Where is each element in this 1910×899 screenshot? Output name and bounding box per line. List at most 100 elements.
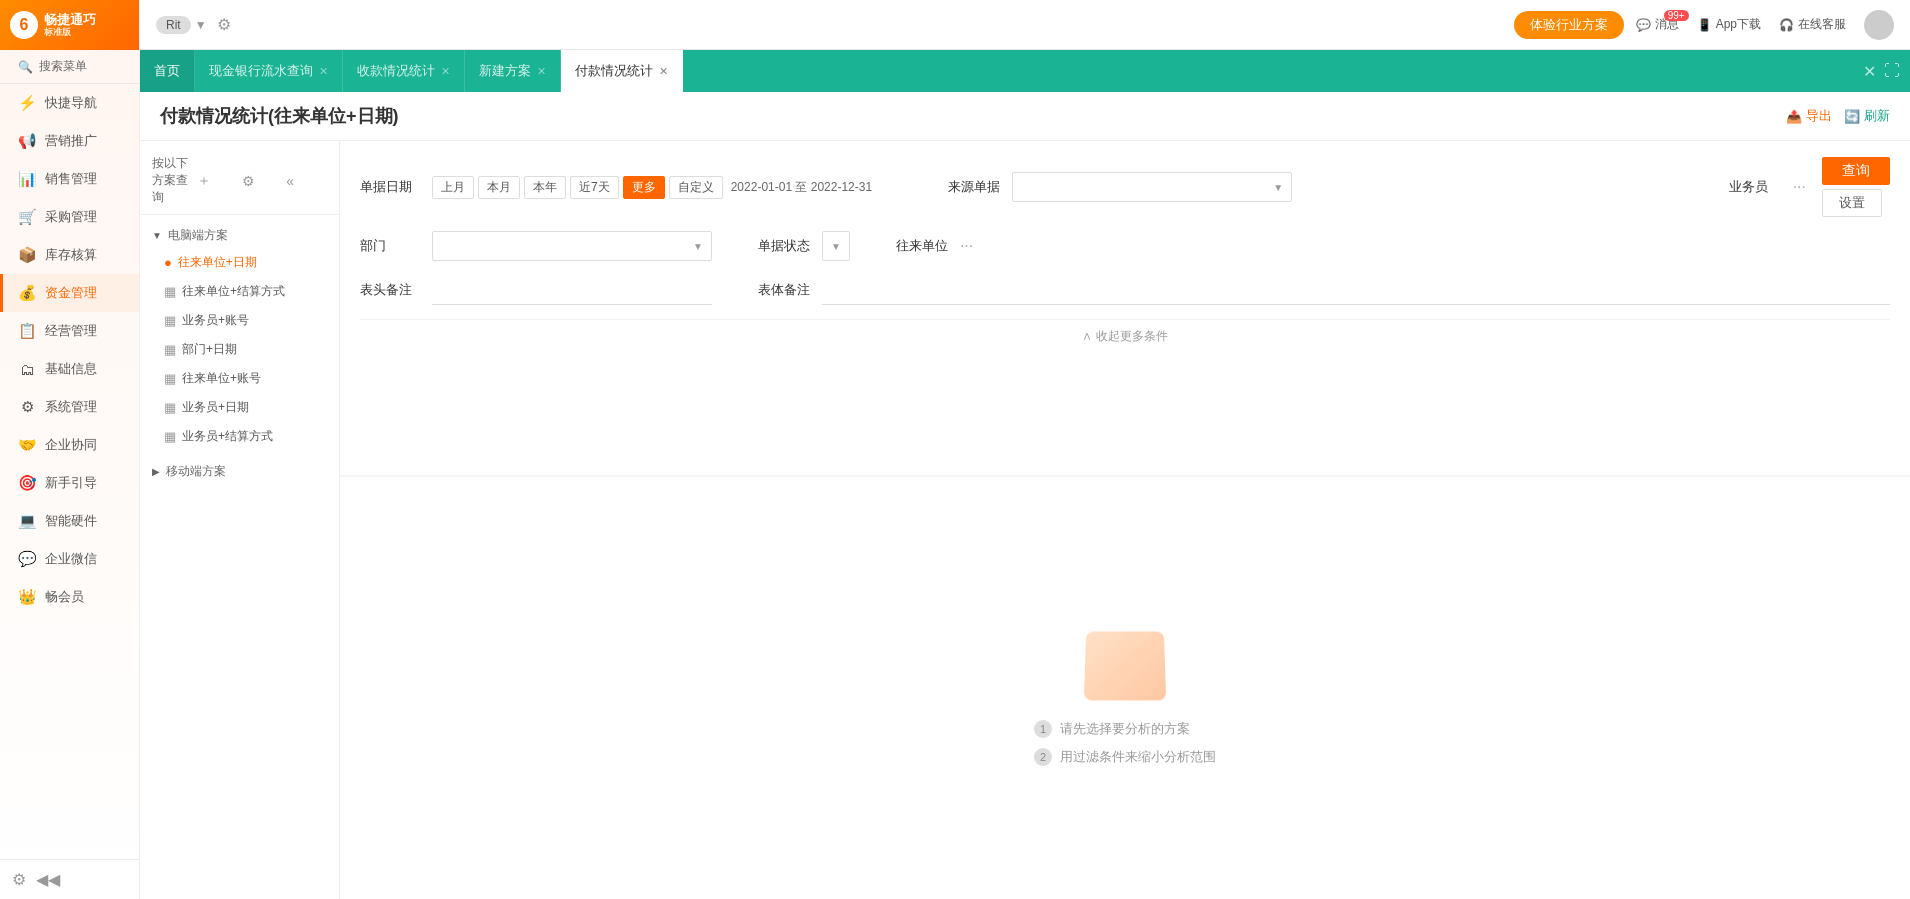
- topbar-settings-icon[interactable]: ⚙: [217, 15, 231, 34]
- tabbar-right: ✕ ⛶: [1853, 50, 1910, 92]
- app-download-btn[interactable]: 📱 App下载: [1697, 16, 1761, 33]
- user-name[interactable]: Rit: [156, 16, 191, 34]
- scheme-mobile-header[interactable]: ▶ 移动端方案: [140, 459, 339, 484]
- hint-text-1: 请先选择要分析的方案: [1060, 720, 1190, 738]
- dept-select-arrow: ▼: [693, 241, 703, 252]
- scheme-item-label-staff-settle: 业务员+结算方式: [182, 428, 273, 445]
- collapse-bar[interactable]: ∧ 收起更多条件: [360, 319, 1890, 353]
- tab-payment-stats-close[interactable]: ✕: [659, 65, 668, 78]
- messages-btn[interactable]: 💬 消息 99+: [1636, 16, 1679, 33]
- date-btn-last-month[interactable]: 上月: [432, 176, 474, 199]
- dept-select[interactable]: ▼: [432, 231, 712, 261]
- scheme-item-staff-settle[interactable]: ▦业务员+结算方式: [140, 422, 339, 451]
- date-btn-this-year[interactable]: 本年: [524, 176, 566, 199]
- tab-payment-stats[interactable]: 付款情况统计 ✕: [561, 50, 683, 92]
- sidebar-item-marketing[interactable]: 📢营销推广: [0, 122, 139, 160]
- tab-payment-stats-label: 付款情况统计: [575, 62, 653, 80]
- settings-btn[interactable]: 设置: [1822, 189, 1882, 217]
- nav-icon-wechat: 💬: [17, 550, 37, 568]
- scheme-item-unit-date[interactable]: ●往来单位+日期: [140, 248, 339, 277]
- refresh-btn[interactable]: 🔄 刷新: [1844, 107, 1890, 125]
- scheme-mobile-section: ▶ 移动端方案: [140, 455, 339, 488]
- trial-btn[interactable]: 体验行业方案: [1514, 11, 1624, 39]
- arrow-down-icon: ▼: [152, 230, 162, 241]
- logo-text: 畅捷通巧 标准版: [44, 12, 96, 38]
- sidebar-item-capital[interactable]: 💰资金管理: [0, 274, 139, 312]
- user-dropdown-icon[interactable]: ▼: [195, 18, 207, 32]
- sidebar-item-hardware[interactable]: 💻智能硬件: [0, 502, 139, 540]
- sidebar-item-purchase[interactable]: 🛒采购管理: [0, 198, 139, 236]
- scheme-item-label-unit-account: 往来单位+账号: [182, 370, 261, 387]
- sidebar-item-inventory[interactable]: 📦库存核算: [0, 236, 139, 274]
- tab-receipt-stats-close[interactable]: ✕: [441, 65, 450, 78]
- scheme-item-label-staff-account: 业务员+账号: [182, 312, 249, 329]
- tab-receipt-stats-label: 收款情况统计: [357, 62, 435, 80]
- page-title: 付款情况统计(往来单位+日期): [160, 104, 399, 128]
- tab-new-scheme[interactable]: 新建方案 ✕: [465, 50, 561, 92]
- tab-receipt-stats[interactable]: 收款情况统计 ✕: [343, 50, 465, 92]
- sidebar-search[interactable]: 🔍 搜索菜单: [0, 50, 139, 84]
- scheme-item-staff-account[interactable]: ▦业务员+账号: [140, 306, 339, 335]
- filter-area: 单据日期 上月 本月 本年 近7天 更多 自定义 2022-01-01 至 20…: [340, 141, 1910, 475]
- scheme-desktop-label: 电脑端方案: [168, 227, 228, 244]
- tab-close-all-icon[interactable]: ✕: [1863, 62, 1876, 81]
- main-area: Rit ▼ ⚙ 体验行业方案 💬 消息 99+ 📱 App下载 🎧 在线客服: [140, 0, 1910, 899]
- refresh-label: 刷新: [1864, 107, 1890, 125]
- sidebar-item-base-info[interactable]: 🗂基础信息: [0, 350, 139, 388]
- empty-icon-shape: [1084, 632, 1167, 701]
- sidebar-item-operation[interactable]: 📋经营管理: [0, 312, 139, 350]
- scheme-item-staff-date[interactable]: ▦业务员+日期: [140, 393, 339, 422]
- scheme-collapse-icon[interactable]: «: [286, 173, 327, 189]
- scheme-item-dept-date[interactable]: ▦ 部门+日期: [140, 335, 339, 364]
- scheme-item-unit-settle[interactable]: ▦往来单位+结算方式: [140, 277, 339, 306]
- scheme-item-label-dept-date: 部门+日期: [182, 341, 237, 358]
- online-service-btn[interactable]: 🎧 在线客服: [1779, 16, 1846, 33]
- scheme-item-unit-account[interactable]: ▦往来单位+账号: [140, 364, 339, 393]
- tab-bank-flow[interactable]: 现金银行流水查询 ✕: [195, 50, 343, 92]
- scheme-panel-title: 按以下方案查询: [152, 155, 193, 206]
- tab-bank-flow-close[interactable]: ✕: [319, 65, 328, 78]
- staff-ellipsis[interactable]: ···: [1793, 178, 1806, 196]
- date-btn-custom[interactable]: 自定义: [669, 176, 723, 199]
- tab-home[interactable]: 首页: [140, 50, 195, 92]
- scheme-settings-icon[interactable]: ⚙: [242, 173, 283, 189]
- hint-num-1: 1: [1034, 720, 1052, 738]
- sidebar-item-cooperation[interactable]: 🤝企业协同: [0, 426, 139, 464]
- empty-hint-1: 1 请先选择要分析的方案: [1034, 720, 1216, 738]
- user-avatar[interactable]: [1864, 10, 1894, 40]
- query-btn[interactable]: 查询: [1822, 157, 1890, 185]
- nav-icon-system: ⚙: [17, 398, 37, 416]
- sidebar-item-quick-nav[interactable]: ⚡快捷导航: [0, 84, 139, 122]
- tab-expand-icon[interactable]: ⛶: [1884, 62, 1900, 80]
- sidebar-item-vip[interactable]: 👑畅会员: [0, 578, 139, 616]
- collapse-sidebar-icon[interactable]: ◀◀: [36, 870, 60, 889]
- date-btn-7days[interactable]: 近7天: [570, 176, 619, 199]
- sidebar-item-sales[interactable]: 📊销售管理: [0, 160, 139, 198]
- scheme-item-icon-dept-date: ▦: [164, 342, 176, 357]
- date-btn-more[interactable]: 更多: [623, 176, 665, 199]
- staff-label: 业务员: [1729, 178, 1785, 196]
- doc-status-group: 单据状态 ▼: [758, 231, 850, 261]
- settings-bottom-icon[interactable]: ⚙: [12, 870, 26, 889]
- tab-new-scheme-close[interactable]: ✕: [537, 65, 546, 78]
- doc-status-select[interactable]: ▼: [822, 231, 850, 261]
- scheme-desktop-header[interactable]: ▼ 电脑端方案: [140, 223, 339, 248]
- nav-icon-base-info: 🗂: [17, 361, 37, 378]
- sidebar-item-wechat[interactable]: 💬 企业微信: [0, 540, 139, 578]
- arrow-right-icon: ▶: [152, 466, 160, 477]
- sidebar-item-guide[interactable]: 🎯新手引导: [0, 464, 139, 502]
- sidebar-item-system[interactable]: ⚙系统管理: [0, 388, 139, 426]
- empty-texts: 1 请先选择要分析的方案 2 用过滤条件来缩小分析范围: [1034, 720, 1216, 766]
- date-btn-this-month[interactable]: 本月: [478, 176, 520, 199]
- nav-label-quick-nav: 快捷导航: [45, 94, 97, 112]
- export-btn[interactable]: 📤 导出: [1786, 107, 1832, 125]
- related-unit-ellipsis[interactable]: ···: [960, 237, 973, 255]
- body-note-input[interactable]: [822, 275, 1890, 305]
- scheme-add-icon[interactable]: ＋: [197, 172, 238, 190]
- source-select[interactable]: ▼: [1012, 172, 1292, 202]
- tab-home-label: 首页: [154, 62, 180, 80]
- nav-label-hardware: 智能硬件: [45, 512, 97, 530]
- nav-label-wechat: 企业微信: [45, 550, 97, 568]
- header-note-input[interactable]: [432, 275, 712, 305]
- content-area: 付款情况统计(往来单位+日期) 📤 导出 🔄 刷新 按以下方案查询 ＋ ⚙: [140, 92, 1910, 899]
